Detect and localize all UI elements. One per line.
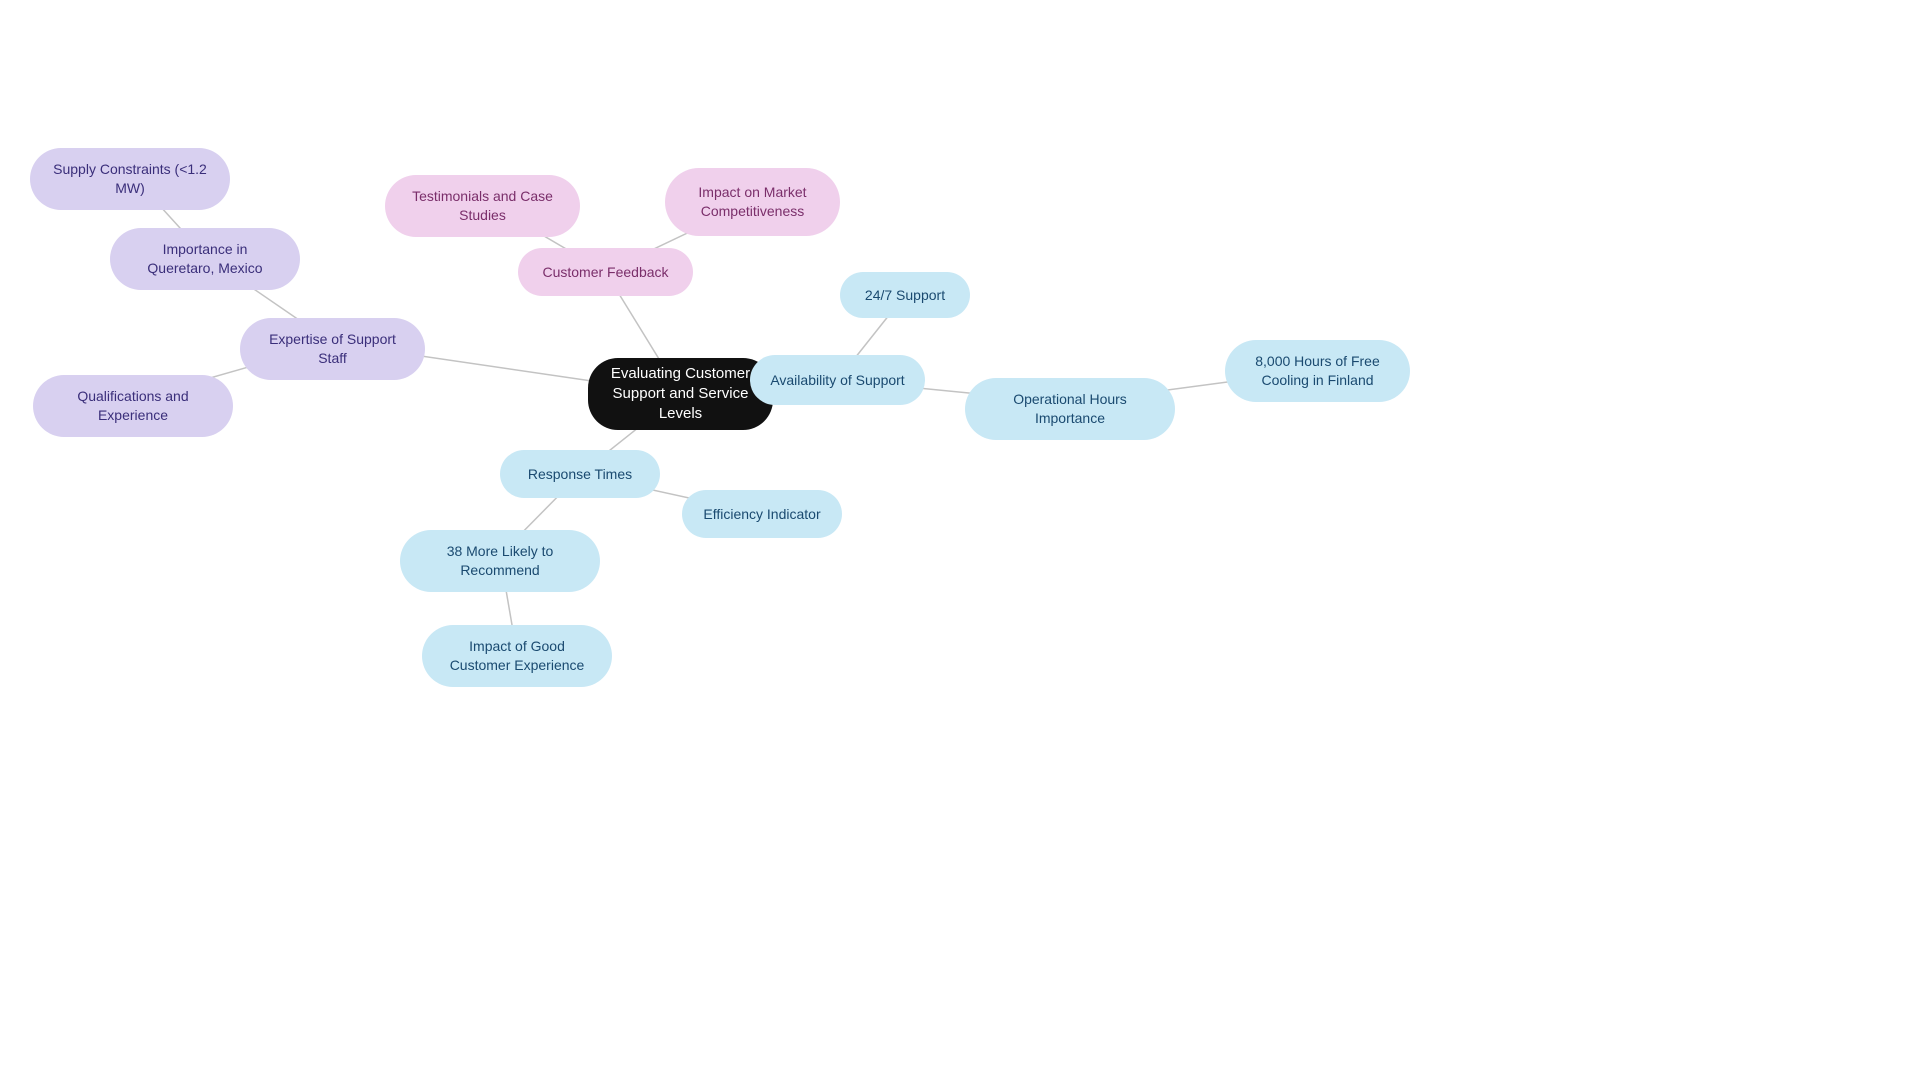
response-times-node[interactable]: Response Times bbox=[500, 450, 660, 498]
testimonials-node[interactable]: Testimonials and Case Studies bbox=[385, 175, 580, 237]
expertise-support-staff-node[interactable]: Expertise of Support Staff bbox=[240, 318, 425, 380]
impact-good-experience-node[interactable]: Impact of Good Customer Experience bbox=[422, 625, 612, 687]
impact-market-node[interactable]: Impact on Market Competitiveness bbox=[665, 168, 840, 236]
more-likely-recommend-node[interactable]: 38 More Likely to Recommend bbox=[400, 530, 600, 592]
center-node[interactable]: Evaluating Customer Support and Service … bbox=[588, 358, 773, 430]
availability-support-node[interactable]: Availability of Support bbox=[750, 355, 925, 405]
support-247-node[interactable]: 24/7 Support bbox=[840, 272, 970, 318]
customer-feedback-node[interactable]: Customer Feedback bbox=[518, 248, 693, 296]
efficiency-indicator-node[interactable]: Efficiency Indicator bbox=[682, 490, 842, 538]
supply-constraints-node[interactable]: Supply Constraints (<1.2 MW) bbox=[30, 148, 230, 210]
importance-queretaro-node[interactable]: Importance in Queretaro, Mexico bbox=[110, 228, 300, 290]
qualifications-experience-node[interactable]: Qualifications and Experience bbox=[33, 375, 233, 437]
operational-hours-node[interactable]: Operational Hours Importance bbox=[965, 378, 1175, 440]
free-cooling-node[interactable]: 8,000 Hours of Free Cooling in Finland bbox=[1225, 340, 1410, 402]
